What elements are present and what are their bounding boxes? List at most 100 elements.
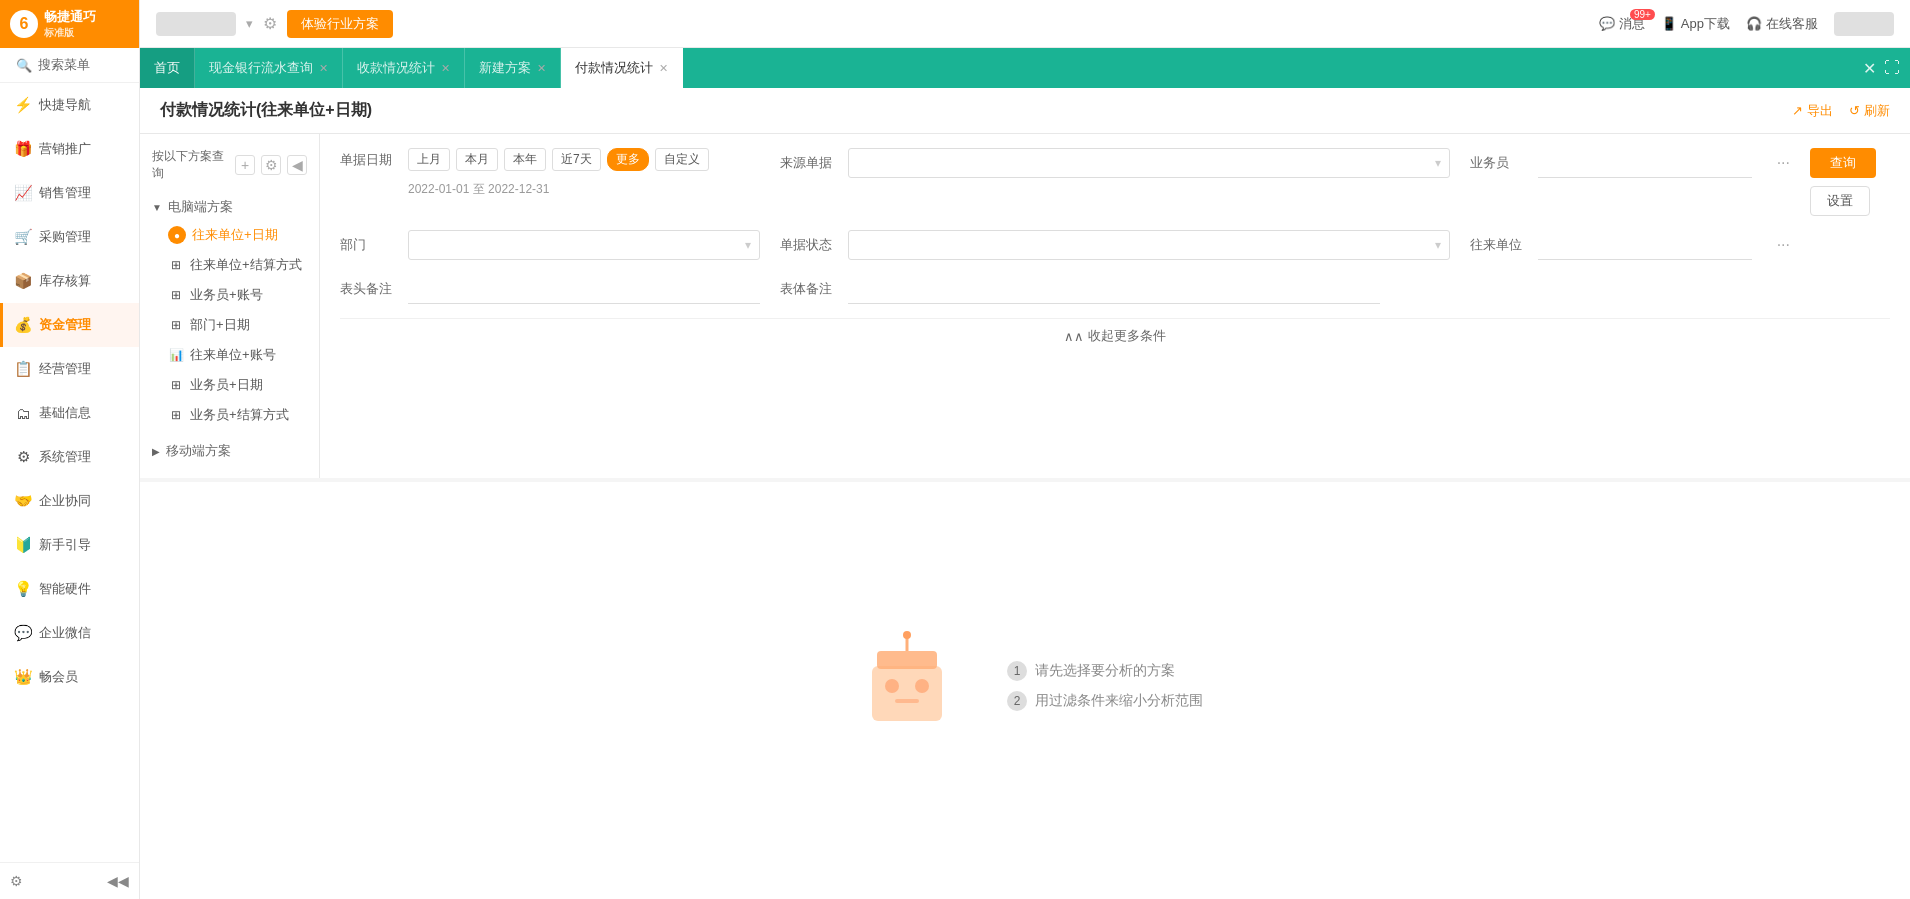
new-scheme-close-icon[interactable]: ✕: [537, 62, 546, 75]
filter-settings-btn[interactable]: 设置: [1810, 186, 1870, 216]
source-doc-field: 来源单据 ▾: [780, 148, 1450, 178]
mobile-section: ▶ 移动端方案: [140, 434, 319, 468]
custom-date-btn[interactable]: 自定义: [655, 148, 709, 171]
dept-field: 部门 ▾: [340, 230, 760, 260]
scheme-item-unit-settle[interactable]: ⊞ 往来单位+结算方式: [140, 250, 319, 280]
scheme-item-staff-account[interactable]: ⊞ 业务员+账号: [140, 280, 319, 310]
body-remark-input[interactable]: [848, 274, 1380, 304]
svg-rect-0: [872, 666, 942, 721]
scheme-item-dept-date[interactable]: ⊞ 部门+日期: [140, 310, 319, 340]
sidebar-collapse-btn[interactable]: ◀◀: [107, 873, 129, 889]
mobile-section-header[interactable]: ▶ 移动端方案: [140, 438, 319, 464]
add-scheme-btn[interactable]: +: [235, 155, 255, 175]
tab-cash-flow[interactable]: 现金银行流水查询 ✕: [195, 48, 343, 88]
logo-icon: 6: [10, 10, 38, 38]
trial-btn[interactable]: 体验行业方案: [287, 10, 393, 38]
sidebar-item-guide[interactable]: 🔰 新手引导: [0, 523, 139, 567]
collapse-bar[interactable]: ∧∧ 收起更多条件: [340, 318, 1890, 353]
message-badge: 99+: [1630, 9, 1655, 20]
table-icon-1: ⊞: [168, 257, 184, 273]
message-btn[interactable]: 💬 消息 99+: [1599, 15, 1645, 33]
sidebar-item-collab[interactable]: 🤝 企业协同: [0, 479, 139, 523]
sidebar-item-quick-nav[interactable]: ⚡ 快捷导航: [0, 83, 139, 127]
desktop-section: ▼ 电脑端方案 ● 往来单位+日期 ⊞ 往来单位+结算方式: [140, 190, 319, 434]
scheme-item-staff-settle[interactable]: ⊞ 业务员+结算方式: [140, 400, 319, 430]
export-btn[interactable]: ↗ 导出: [1792, 102, 1833, 120]
sidebar-item-inventory[interactable]: 📦 库存核算: [0, 259, 139, 303]
sidebar-item-marketing[interactable]: 🎁 营销推广: [0, 127, 139, 171]
inventory-icon: 📦: [13, 271, 33, 291]
this-month-btn[interactable]: 本月: [456, 148, 498, 171]
tab-new-scheme[interactable]: 新建方案 ✕: [465, 48, 561, 88]
online-service-btn[interactable]: 🎧 在线客服: [1746, 15, 1818, 33]
sidebar-settings-btn[interactable]: ⚙: [10, 873, 23, 889]
purchase-icon: 🛒: [13, 227, 33, 247]
search-menu[interactable]: 🔍 搜索菜单: [0, 48, 139, 83]
doc-status-select[interactable]: ▾: [848, 230, 1450, 260]
filter-area: 单据日期 上月 本月 本年 近7天 更多 自定义 2022-01-01 至 20…: [320, 134, 1910, 478]
basic-icon: 🗂: [13, 403, 33, 423]
tab-income-stats[interactable]: 收款情况统计 ✕: [343, 48, 465, 88]
source-select[interactable]: ▾: [848, 148, 1450, 178]
scheme-item-unit-account[interactable]: 📊 往来单位+账号: [140, 340, 319, 370]
message-icon: 💬: [1599, 16, 1615, 31]
income-stats-tab-label: 收款情况统计: [357, 59, 435, 77]
sidebar-item-system[interactable]: ⚙ 系统管理: [0, 435, 139, 479]
income-stats-close-icon[interactable]: ✕: [441, 62, 450, 75]
last-7-days-btn[interactable]: 近7天: [552, 148, 601, 171]
company-selector[interactable]: [156, 12, 236, 36]
this-year-btn[interactable]: 本年: [504, 148, 546, 171]
cash-flow-close-icon[interactable]: ✕: [319, 62, 328, 75]
sidebar-item-member[interactable]: 👑 畅会员: [0, 655, 139, 699]
staff-dots-btn[interactable]: ···: [1760, 154, 1790, 172]
staff-input[interactable]: [1538, 148, 1752, 178]
refresh-btn[interactable]: ↺ 刷新: [1849, 102, 1890, 120]
tab-home[interactable]: 首页: [140, 48, 195, 88]
sidebar-item-hardware[interactable]: 💡 智能硬件: [0, 567, 139, 611]
desktop-section-label: 电脑端方案: [168, 198, 233, 216]
sidebar-item-wechat[interactable]: 💬 企业微信: [0, 611, 139, 655]
header-remark-field: 表头备注: [340, 274, 760, 304]
cash-flow-tab-label: 现金银行流水查询: [209, 59, 313, 77]
scheme-panel-header: 按以下方案查询 + ⚙ ◀: [140, 144, 319, 190]
refresh-icon: ↺: [1849, 103, 1860, 118]
svg-rect-1: [877, 651, 937, 669]
fullscreen-icon[interactable]: ⛶: [1884, 59, 1900, 77]
page-title: 付款情况统计(往来单位+日期): [160, 100, 372, 121]
collapse-conditions-btn[interactable]: ∧∧ 收起更多条件: [1064, 327, 1166, 345]
scheme-item-staff-date[interactable]: ⊞ 业务员+日期: [140, 370, 319, 400]
marketing-icon: 🎁: [13, 139, 33, 159]
sidebar-nav: ⚡ 快捷导航 🎁 营销推广 📈 销售管理 🛒 采购管理 📦 库存核算 💰 资金管…: [0, 83, 139, 862]
scheme-settings-btn[interactable]: ⚙: [261, 155, 281, 175]
svg-point-2: [885, 679, 899, 693]
payment-stats-close-icon[interactable]: ✕: [659, 62, 668, 75]
robot-svg: [847, 631, 967, 731]
empty-illustration: [847, 631, 967, 731]
more-dates-btn[interactable]: 更多: [607, 148, 649, 171]
partner-dots-btn[interactable]: ···: [1760, 236, 1790, 254]
sidebar-item-purchase[interactable]: 🛒 采购管理: [0, 215, 139, 259]
doc-status-label: 单据状态: [780, 236, 840, 254]
header-remark-input[interactable]: [408, 274, 760, 304]
scheme-collapse-btn[interactable]: ◀: [287, 155, 307, 175]
close-tab-icon[interactable]: ✕: [1863, 59, 1876, 78]
dept-select[interactable]: ▾: [408, 230, 760, 260]
last-month-btn[interactable]: 上月: [408, 148, 450, 171]
company-chevron-icon[interactable]: ▾: [246, 16, 253, 31]
app-download-btn[interactable]: 📱 App下载: [1661, 15, 1730, 33]
desktop-section-header[interactable]: ▼ 电脑端方案: [140, 194, 319, 220]
partner-input[interactable]: [1538, 230, 1752, 260]
partner-field: 往来单位 ···: [1470, 230, 1790, 260]
sidebar-item-finance[interactable]: 💰 资金管理: [0, 303, 139, 347]
tab-payment-stats[interactable]: 付款情况统计 ✕: [561, 48, 683, 88]
guide-icon: 🔰: [13, 535, 33, 555]
user-avatar[interactable]: [1834, 12, 1894, 36]
sidebar-item-basic[interactable]: 🗂 基础信息: [0, 391, 139, 435]
sidebar-item-sales[interactable]: 📈 销售管理: [0, 171, 139, 215]
sidebar-item-operations[interactable]: 📋 经营管理: [0, 347, 139, 391]
scheme-item-unit-date[interactable]: ● 往来单位+日期: [140, 220, 319, 250]
tip-num-2: 2: [1007, 691, 1027, 711]
home-tab-label: 首页: [154, 59, 180, 77]
topbar-gear-icon[interactable]: ⚙: [263, 14, 277, 33]
query-btn[interactable]: 查询: [1810, 148, 1876, 178]
